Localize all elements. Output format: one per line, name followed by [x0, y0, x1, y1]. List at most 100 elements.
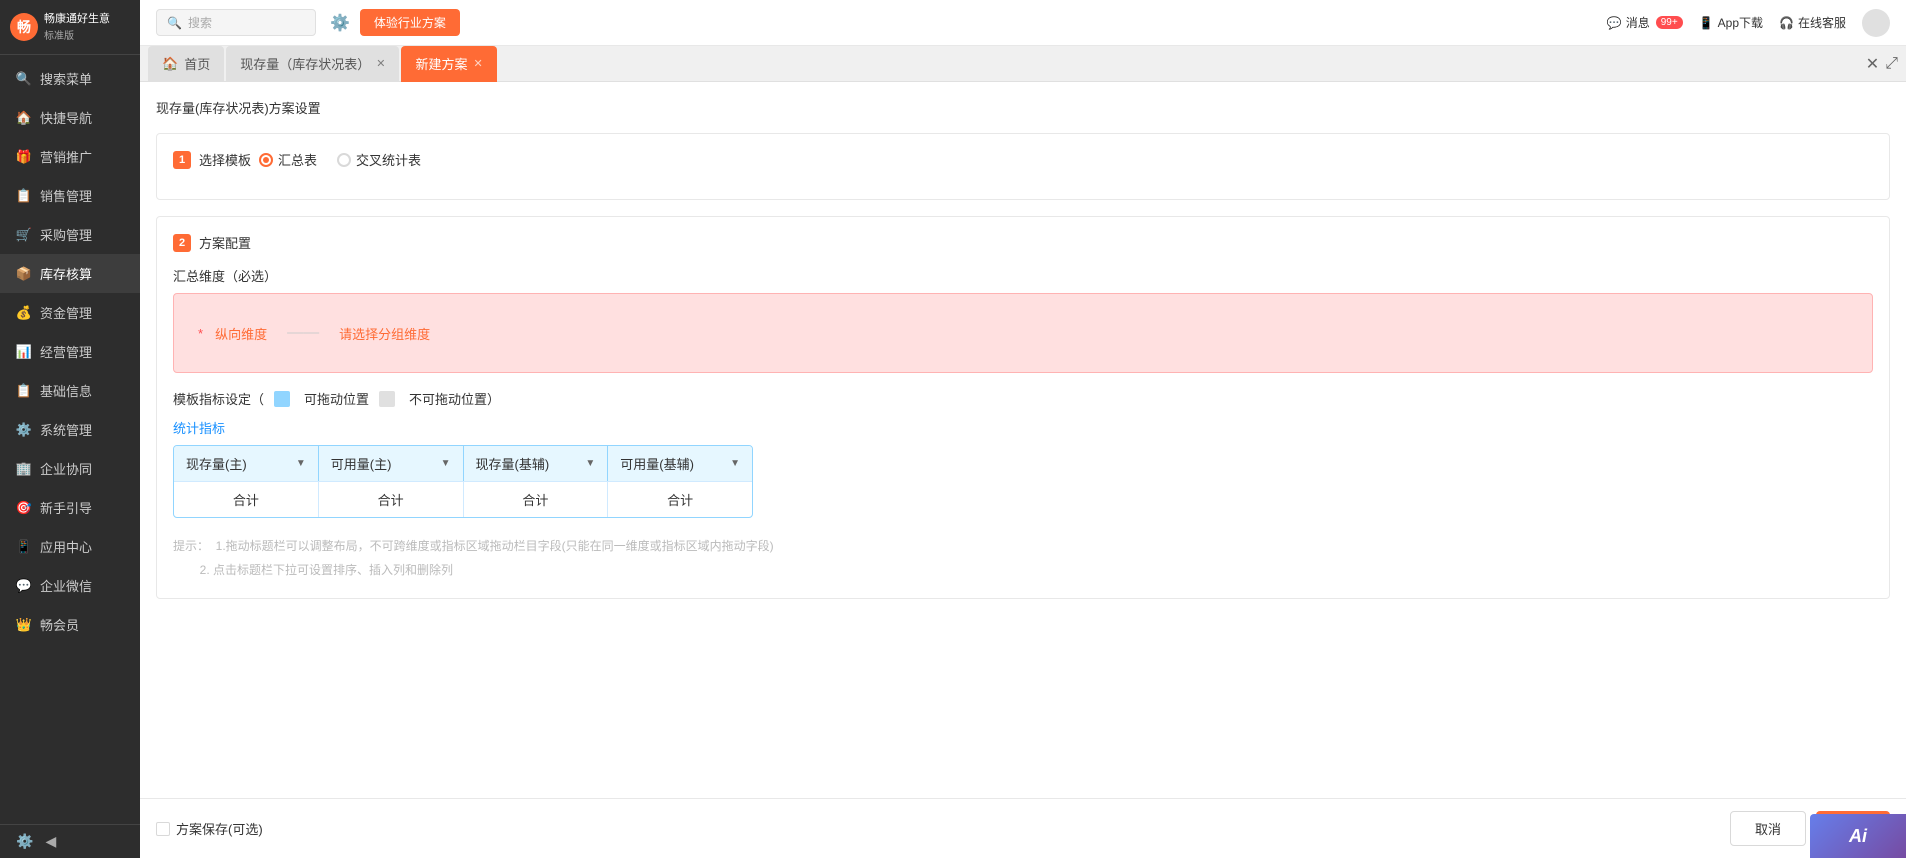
- sidebar-label-sales: 销售管理: [40, 186, 92, 205]
- cancel-button[interactable]: 取消: [1730, 811, 1806, 846]
- sidebar-item-marketing[interactable]: 🎁 营销推广: [0, 137, 140, 176]
- sidebar-item-inventory[interactable]: 📦 库存核算: [0, 254, 140, 293]
- fixed-label: 不可拖动位置）: [409, 389, 500, 408]
- save-checkbox[interactable]: [156, 822, 170, 836]
- save-option-label: 方案保存(可选): [176, 819, 263, 838]
- chevron-down-icon-4: ▼: [730, 458, 740, 469]
- sidebar-item-wechat[interactable]: 💬 企业微信: [0, 566, 140, 605]
- sidebar-item-finance[interactable]: 💰 资金管理: [0, 293, 140, 332]
- sidebar-label-quick-nav: 快捷导航: [40, 108, 92, 127]
- section1-header: 1 选择模板 汇总表 交叉统计表: [173, 150, 1873, 169]
- stats-col-2[interactable]: 可用量(主) ▼: [319, 446, 464, 481]
- collapse-icon[interactable]: ◀: [45, 833, 56, 850]
- home-icon: 🏠: [162, 56, 178, 72]
- online-service-btn[interactable]: 🎧 在线客服: [1779, 14, 1846, 31]
- stats-table-header: 现存量(主) ▼ 可用量(主) ▼ 现存量(基辅) ▼: [174, 446, 752, 481]
- sidebar-item-member[interactable]: 👑 畅会员: [0, 605, 140, 644]
- indicator-label: 模板指标设定（ 可拖动位置 不可拖动位置）: [173, 389, 1873, 408]
- sidebar-icon-system: ⚙️: [16, 422, 32, 438]
- sidebar-icon-enterprise: 🏢: [16, 461, 32, 477]
- sidebar-label-operations: 经营管理: [40, 342, 92, 361]
- chevron-down-icon-1: ▼: [296, 458, 306, 469]
- sidebar-item-search-menu[interactable]: 🔍 搜索菜单: [0, 59, 140, 98]
- stats-col-1-label: 现存量(主): [186, 454, 247, 473]
- sidebar-item-sales[interactable]: 📋 销售管理: [0, 176, 140, 215]
- stats-col-3-label: 现存量(基辅): [476, 454, 550, 473]
- required-mark: *: [198, 326, 203, 341]
- template-radio-group: 汇总表 交叉统计表: [259, 150, 421, 169]
- user-avatar[interactable]: [1862, 9, 1890, 37]
- section2-header: 2 方案配置: [173, 233, 1873, 252]
- sidebar-item-quick-nav[interactable]: 🏠 快捷导航: [0, 98, 140, 137]
- dimension-select-placeholder[interactable]: 请选择分组维度: [339, 324, 430, 343]
- tab-bar: 🏠 首页 现存量（库存状况表） ✕ 新建方案 ✕ ✕ ⤢: [140, 46, 1906, 82]
- sidebar-item-enterprise[interactable]: 🏢 企业协同: [0, 449, 140, 488]
- tab-home[interactable]: 🏠 首页: [148, 46, 224, 82]
- search-icon: 🔍: [167, 16, 182, 30]
- indicator-label-text: 模板指标设定（: [173, 389, 264, 408]
- sidebar-item-operations[interactable]: 📊 经营管理: [0, 332, 140, 371]
- radio-summary[interactable]: 汇总表: [259, 150, 317, 169]
- save-option: 方案保存(可选): [156, 819, 263, 838]
- dimension-box[interactable]: * 纵向维度 —— 请选择分组维度: [173, 293, 1873, 373]
- app-download-btn[interactable]: 📱 App下载: [1699, 14, 1763, 31]
- dimension-arrow: ——: [287, 324, 319, 342]
- stats-col-4[interactable]: 可用量(基辅) ▼: [608, 446, 752, 481]
- section2-title: 方案配置: [199, 233, 251, 252]
- tab-expand-btn[interactable]: ⤢: [1885, 55, 1898, 73]
- sidebar-label-app-center: 应用中心: [40, 537, 92, 556]
- tab-new-close-icon[interactable]: ✕: [473, 57, 482, 70]
- tab-close-icon[interactable]: ✕: [376, 57, 385, 70]
- radio-cross[interactable]: 交叉统计表: [337, 150, 421, 169]
- gear-icon[interactable]: ⚙️: [330, 13, 350, 33]
- sidebar-icon-inventory: 📦: [16, 266, 32, 282]
- sidebar-icon-purchase: 🛒: [16, 227, 32, 243]
- section1-number: 1: [173, 151, 191, 169]
- stats-col-3[interactable]: 现存量(基辅) ▼: [464, 446, 609, 481]
- sidebar-icon-search-menu: 🔍: [16, 71, 32, 87]
- sidebar-label-basic-info: 基础信息: [40, 381, 92, 400]
- indicator-container: 模板指标设定（ 可拖动位置 不可拖动位置） 统计指标 现存量(主) ▼: [173, 389, 1873, 582]
- draggable-badge: [274, 391, 290, 407]
- sidebar-label-inventory: 库存核算: [40, 264, 92, 283]
- phone-icon: 📱: [1699, 16, 1714, 30]
- dimension-placeholder: * 纵向维度 —— 请选择分组维度: [198, 324, 430, 343]
- sidebar-icon-finance: 💰: [16, 305, 32, 321]
- content-area: 现存量(库存状况表)方案设置 1 选择模板 汇总表 交叉统计表: [140, 82, 1906, 798]
- tab-new-scheme[interactable]: 新建方案 ✕: [401, 46, 496, 82]
- chevron-down-icon-2: ▼: [441, 458, 451, 469]
- sidebar-icon-quick-nav: 🏠: [16, 110, 32, 126]
- stats-cell-2: 合计: [319, 482, 464, 517]
- section-scheme-config: 2 方案配置 汇总维度（必选） * 纵向维度 —— 请选择分组维度 模板指标设定…: [156, 216, 1890, 599]
- sidebar-nav: 🔍 搜索菜单 🏠 快捷导航 🎁 营销推广 📋 销售管理 🛒 采购管理 📦 库存核…: [0, 55, 140, 824]
- sidebar-icon-wechat: 💬: [16, 578, 32, 594]
- topbar-search-box: 🔍 搜索: [156, 9, 316, 36]
- tab-close-window-btn[interactable]: ✕: [1866, 54, 1879, 74]
- tab-inventory-status[interactable]: 现存量（库存状况表） ✕: [226, 46, 399, 82]
- radio-summary-dot: [259, 153, 273, 167]
- sidebar-label-wechat: 企业微信: [40, 576, 92, 595]
- sidebar-label-marketing: 营销推广: [40, 147, 92, 166]
- sidebar-label-enterprise: 企业协同: [40, 459, 92, 478]
- ai-badge[interactable]: Ai: [1810, 814, 1906, 858]
- fixed-badge: [379, 391, 395, 407]
- stats-cell-3: 合计: [464, 482, 609, 517]
- sidebar-item-basic-info[interactable]: 📋 基础信息: [0, 371, 140, 410]
- messages-btn[interactable]: 💬 消息 99+: [1607, 14, 1683, 31]
- settings-icon[interactable]: ⚙️: [16, 833, 33, 850]
- stats-col-1[interactable]: 现存量(主) ▼: [174, 446, 319, 481]
- search-placeholder[interactable]: 搜索: [188, 14, 212, 31]
- sidebar-item-purchase[interactable]: 🛒 采购管理: [0, 215, 140, 254]
- tab-bar-actions: ✕ ⤢: [1866, 54, 1906, 74]
- stats-table-row-1: 合计 合计 合计 合计: [174, 481, 752, 517]
- sidebar-icon-newcomer: 🎯: [16, 500, 32, 516]
- app-name: 畅康通好生意: [44, 12, 110, 27]
- sidebar-item-system[interactable]: ⚙️ 系统管理: [0, 410, 140, 449]
- sidebar-item-newcomer[interactable]: 🎯 新手引导: [0, 488, 140, 527]
- trial-button[interactable]: 体验行业方案: [360, 9, 460, 36]
- sidebar-item-app-center[interactable]: 📱 应用中心: [0, 527, 140, 566]
- sidebar-icon-basic-info: 📋: [16, 383, 32, 399]
- stats-cell-1: 合计: [174, 482, 319, 517]
- sidebar-label-newcomer: 新手引导: [40, 498, 92, 517]
- app-version: 标准版: [44, 27, 110, 42]
